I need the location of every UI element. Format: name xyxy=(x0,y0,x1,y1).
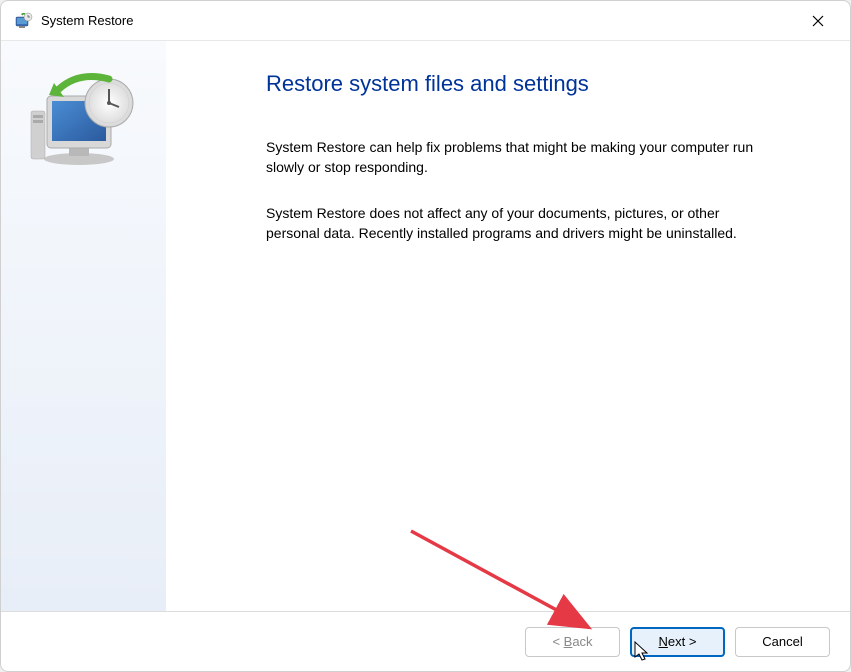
page-heading: Restore system files and settings xyxy=(266,71,800,97)
system-restore-window: System Restore xyxy=(0,0,851,672)
back-button: < Back xyxy=(525,627,620,657)
sidebar xyxy=(1,41,166,611)
window-title: System Restore xyxy=(41,13,798,28)
app-icon xyxy=(13,11,33,31)
content-area: Restore system files and settings System… xyxy=(1,41,850,611)
next-button[interactable]: Next > xyxy=(630,627,725,657)
main-panel: Restore system files and settings System… xyxy=(166,41,850,611)
restore-illustration-icon xyxy=(29,71,139,171)
description-paragraph-2: System Restore does not affect any of yo… xyxy=(266,203,766,244)
cancel-button[interactable]: Cancel xyxy=(735,627,830,657)
close-button[interactable] xyxy=(798,1,838,41)
titlebar: System Restore xyxy=(1,1,850,41)
description-paragraph-1: System Restore can help fix problems tha… xyxy=(266,137,766,178)
footer-buttons: < Back Next > Cancel xyxy=(1,611,850,671)
